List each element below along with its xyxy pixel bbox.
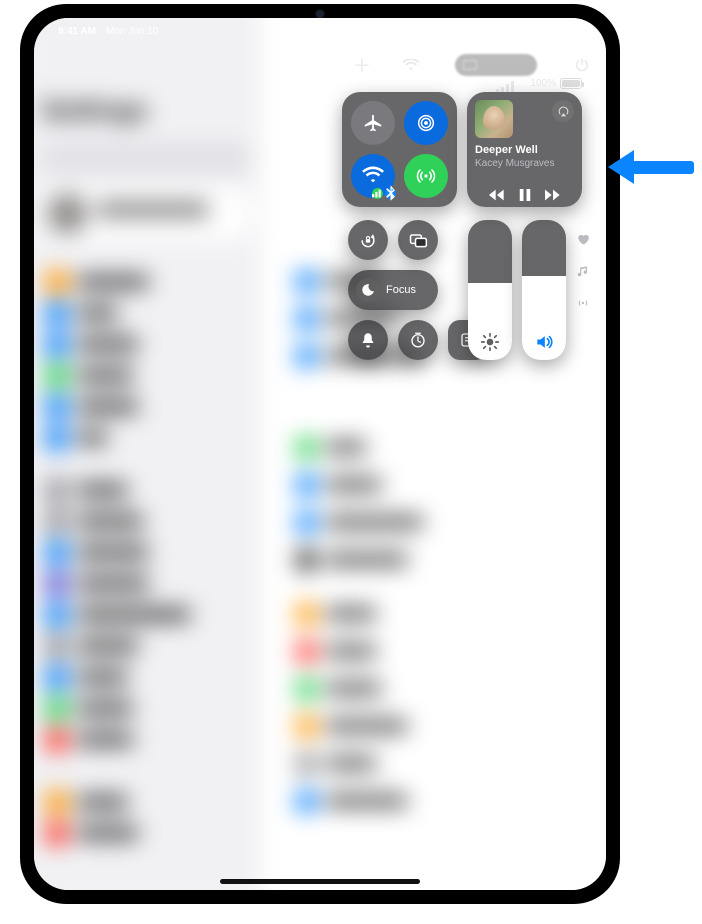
brightness-slider[interactable] (468, 220, 512, 360)
screen-mirroring-button[interactable] (398, 220, 438, 260)
battery-text: 100% (530, 78, 556, 89)
status-time: 9:41 AM (58, 26, 96, 37)
silent-mode-button[interactable] (348, 320, 388, 360)
album-art (475, 100, 513, 138)
connected-device-pill[interactable] (455, 54, 537, 76)
ipad-icon (463, 60, 477, 70)
home-indicator[interactable] (220, 879, 420, 884)
heart-icon[interactable] (576, 232, 590, 246)
prev-track-icon[interactable] (489, 189, 505, 201)
connectivity-group[interactable] (342, 92, 457, 207)
orientation-lock-button[interactable] (348, 220, 388, 260)
screen: Settings 9:41 AM Mon Jun 10 ＋ (34, 18, 606, 890)
ipad-frame: Settings 9:41 AM Mon Jun 10 ＋ (20, 4, 620, 904)
airplay-audio-icon[interactable] (552, 100, 574, 122)
side-shortcut-icons (574, 232, 592, 310)
pause-icon[interactable] (519, 189, 531, 201)
airdrop-button[interactable] (404, 101, 448, 145)
media-artist: Kacey Musgraves (475, 158, 575, 169)
cellular-mini-icon (372, 188, 383, 199)
cellular-data-button[interactable] (404, 154, 448, 198)
focus-label: Focus (386, 284, 416, 296)
front-camera (316, 10, 324, 18)
status-date: Mon Jun 10 (106, 26, 158, 37)
next-track-icon[interactable] (545, 189, 561, 201)
music-icon[interactable] (576, 264, 590, 278)
status-bar: 9:41 AM Mon Jun 10 (34, 18, 606, 44)
bluetooth-mini-icon (385, 188, 396, 199)
callout-arrow (608, 150, 694, 184)
cellular-signal-icon (492, 80, 514, 92)
bg-heading: Settings (41, 94, 148, 126)
now-playing-tile[interactable]: Deeper Well Kacey Musgraves (467, 92, 582, 207)
power-icon[interactable] (572, 55, 592, 75)
battery-indicator: 100% (530, 78, 582, 89)
sun-icon (468, 332, 512, 352)
volume-slider[interactable] (522, 220, 566, 360)
media-title: Deeper Well (475, 144, 538, 156)
speaker-icon (522, 332, 566, 352)
battery-icon (560, 78, 582, 89)
airplane-mode-button[interactable] (351, 101, 395, 145)
timer-button[interactable] (398, 320, 438, 360)
focus-button[interactable]: Focus (348, 270, 438, 310)
wifi-button[interactable] (351, 154, 395, 198)
wifi-status-icon (403, 59, 419, 71)
hotspot-icon[interactable] (576, 296, 590, 310)
cc-top-bar: ＋ (352, 54, 592, 76)
moon-icon (356, 278, 380, 302)
add-control-icon[interactable]: ＋ (352, 52, 372, 78)
